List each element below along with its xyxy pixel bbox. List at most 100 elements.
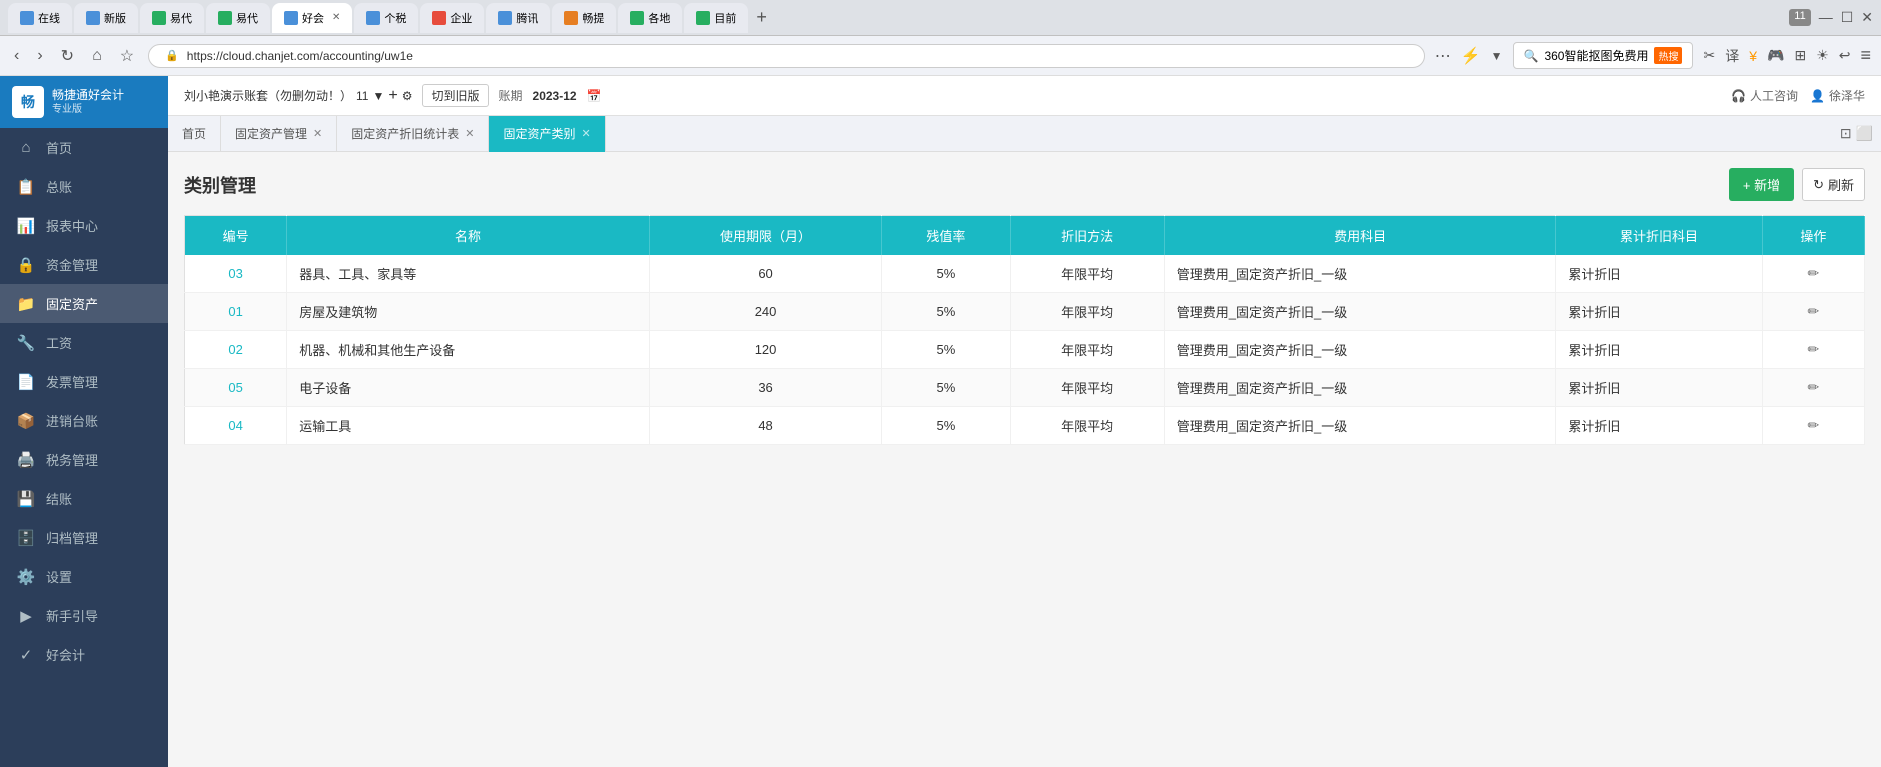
user-info: 刘小艳演示账套（勿删勿动！） 11 ▼ + ⚙: [184, 87, 412, 105]
add-button[interactable]: + 新增: [1729, 168, 1794, 201]
page-tab-fixed-depr[interactable]: 固定资产折旧统计表 ✕: [337, 116, 489, 152]
sidebar-item-archive[interactable]: 🗄️ 归档管理: [0, 518, 168, 557]
lightning-icon[interactable]: ⚡: [1461, 46, 1481, 66]
scissor-icon[interactable]: ✂: [1703, 47, 1715, 64]
sidebar-item-extra[interactable]: ✓ 好会计: [0, 635, 168, 674]
service-label: 人工咨询: [1750, 87, 1798, 104]
logo-icon: 畅: [12, 86, 44, 118]
app-layout: 畅 畅捷通好会计 专业版 ⌂ 首页 📋 总账 📊 报表中心 🔒 资金管理: [0, 76, 1881, 767]
cell-residual: 5%: [882, 369, 1010, 407]
browser-chrome: 在线 新版 易代 易代 好会 ✕ 个税 企业 腾讯: [0, 0, 1881, 36]
page-tab-fixed-cat[interactable]: 固定资产类别 ✕: [489, 116, 605, 152]
edit-icon[interactable]: ✏: [1808, 417, 1820, 433]
reload-button[interactable]: ↻: [57, 44, 78, 68]
sidebar-item-home[interactable]: ⌂ 首页: [0, 128, 168, 167]
sidebar-item-label-salary: 工资: [46, 333, 72, 352]
browser-tab-qiye[interactable]: 企业: [420, 3, 484, 33]
sidebar-item-ledger[interactable]: 📋 总账: [0, 167, 168, 206]
switch-version-button[interactable]: 切到旧版: [422, 84, 488, 107]
browser-tab-tengxun[interactable]: 腾讯: [486, 3, 550, 33]
home-button[interactable]: ⌂: [88, 45, 106, 67]
page-tab-close-fixed-cat[interactable]: ✕: [582, 127, 591, 140]
new-tab-button[interactable]: +: [750, 7, 773, 28]
browser-tab-haohui[interactable]: 好会 ✕: [272, 3, 352, 33]
browser-tabs: 在线 新版 易代 易代 好会 ✕ 个税 企业 腾讯: [8, 3, 1783, 33]
fixed-assets-icon: 📁: [16, 295, 36, 313]
browser-tab-yidai2[interactable]: 易代: [206, 3, 270, 33]
sidebar-item-reports[interactable]: 📊 报表中心: [0, 206, 168, 245]
sidebar-item-funds[interactable]: 🔒 资金管理: [0, 245, 168, 284]
funds-icon: 🔒: [16, 256, 36, 274]
address-input[interactable]: 🔒 https://cloud.chanjet.com/accounting/u…: [148, 44, 1425, 68]
browser-tab-label: 易代: [170, 10, 192, 26]
page-tab-fixed-mgmt[interactable]: 固定资产管理 ✕: [221, 116, 337, 152]
window-restore[interactable]: ☐: [1841, 9, 1854, 26]
sidebar-item-guide[interactable]: ▶ 新手引导: [0, 596, 168, 635]
undo-icon[interactable]: ↩: [1839, 47, 1851, 64]
cell-period: 48: [649, 407, 881, 445]
grid-icon[interactable]: ⊞: [1794, 47, 1806, 64]
user-dropdown-icon[interactable]: ▼: [372, 89, 384, 103]
sidebar-item-salary[interactable]: 🔧 工资: [0, 323, 168, 362]
window-minimize[interactable]: ―: [1819, 9, 1833, 26]
browser-tab-label: 好会: [302, 10, 324, 26]
currency-icon[interactable]: ¥: [1749, 48, 1757, 64]
sidebar-item-invoice[interactable]: 📄 发票管理: [0, 362, 168, 401]
site-tools-icon[interactable]: ⋯: [1435, 46, 1451, 66]
forward-button[interactable]: ›: [33, 45, 46, 67]
tab-maximize-button[interactable]: ⬜: [1856, 125, 1873, 142]
back-button[interactable]: ‹: [10, 45, 23, 67]
cell-accum: 累计折旧: [1556, 331, 1762, 369]
cell-expense: 管理费用_固定资产折旧_一级: [1164, 369, 1556, 407]
brightness-icon[interactable]: ☀: [1816, 47, 1829, 64]
browser-tab-zaixian[interactable]: 在线: [8, 3, 72, 33]
calendar-icon[interactable]: 📅: [587, 89, 602, 103]
edit-icon[interactable]: ✏: [1808, 379, 1820, 395]
sidebar-item-settings[interactable]: ⚙️ 设置: [0, 557, 168, 596]
sidebar-item-tax[interactable]: 🖨️ 税务管理: [0, 440, 168, 479]
content-area: 类别管理 + 新增 ↻ 刷新 编号 名称 使用期限（月） 残值率: [168, 152, 1881, 767]
tab-icon-gedi: [630, 11, 644, 25]
browser-tab-geshui[interactable]: 个税: [354, 3, 418, 33]
settings-gear-icon[interactable]: ⚙: [402, 89, 413, 103]
data-table: 编号 名称 使用期限（月） 残值率 折旧方法 费用科目 累计折旧科目 操作 03…: [184, 215, 1865, 445]
browser-tab-xinban[interactable]: 新版: [74, 3, 138, 33]
sidebar-item-settle[interactable]: 💾 结账: [0, 479, 168, 518]
cell-method: 年限平均: [1010, 331, 1164, 369]
cell-method: 年限平均: [1010, 369, 1164, 407]
cell-residual: 5%: [882, 293, 1010, 331]
window-close[interactable]: ✕: [1861, 9, 1873, 26]
sidebar-item-inventory[interactable]: 📦 进销台账: [0, 401, 168, 440]
translate-icon[interactable]: 译: [1725, 46, 1739, 66]
dropdown-arrow-icon[interactable]: ▼: [1491, 49, 1503, 63]
url-text: https://cloud.chanjet.com/accounting/uw1…: [187, 49, 413, 63]
user-extra-text: 11: [356, 89, 368, 103]
edit-icon[interactable]: ✏: [1808, 303, 1820, 319]
sidebar-item-label-home: 首页: [46, 138, 72, 157]
page-tab-close-fixed-depr[interactable]: ✕: [465, 127, 474, 140]
game-icon[interactable]: 🎮: [1767, 47, 1784, 64]
browser-tab-gedi[interactable]: 各地: [618, 3, 682, 33]
refresh-button[interactable]: ↻ 刷新: [1802, 168, 1865, 201]
user-avatar-area[interactable]: 👤 徐泽华: [1810, 87, 1865, 104]
sidebar-item-fixed-assets[interactable]: 📁 固定资产: [0, 284, 168, 323]
bookmark-button[interactable]: ☆: [116, 44, 138, 68]
search-box[interactable]: 🔍 360智能抠图免费用 热搜: [1513, 42, 1694, 69]
browser-tab-muqian[interactable]: 目前: [684, 3, 748, 33]
tab-icon-yidai2: [218, 11, 232, 25]
cell-expense: 管理费用_固定资产折旧_一级: [1164, 255, 1556, 293]
add-account-icon[interactable]: +: [388, 87, 397, 105]
tax-icon: 🖨️: [16, 451, 36, 469]
page-tab-home[interactable]: 首页: [168, 116, 221, 152]
browser-tab-changt[interactable]: 畅提: [552, 3, 616, 33]
cell-accum: 累计折旧: [1556, 369, 1762, 407]
sidebar-item-label-guide: 新手引导: [46, 606, 98, 625]
page-tab-close-fixed-mgmt[interactable]: ✕: [313, 127, 322, 140]
tab-restore-button[interactable]: ⊡: [1840, 125, 1852, 142]
edit-icon[interactable]: ✏: [1808, 265, 1820, 281]
service-button[interactable]: 🎧 人工咨询: [1731, 87, 1798, 104]
browser-tab-yidai1[interactable]: 易代: [140, 3, 204, 33]
browser-tab-close-haohui[interactable]: ✕: [332, 12, 340, 23]
edit-icon[interactable]: ✏: [1808, 341, 1820, 357]
menu-icon[interactable]: ≡: [1860, 45, 1871, 66]
